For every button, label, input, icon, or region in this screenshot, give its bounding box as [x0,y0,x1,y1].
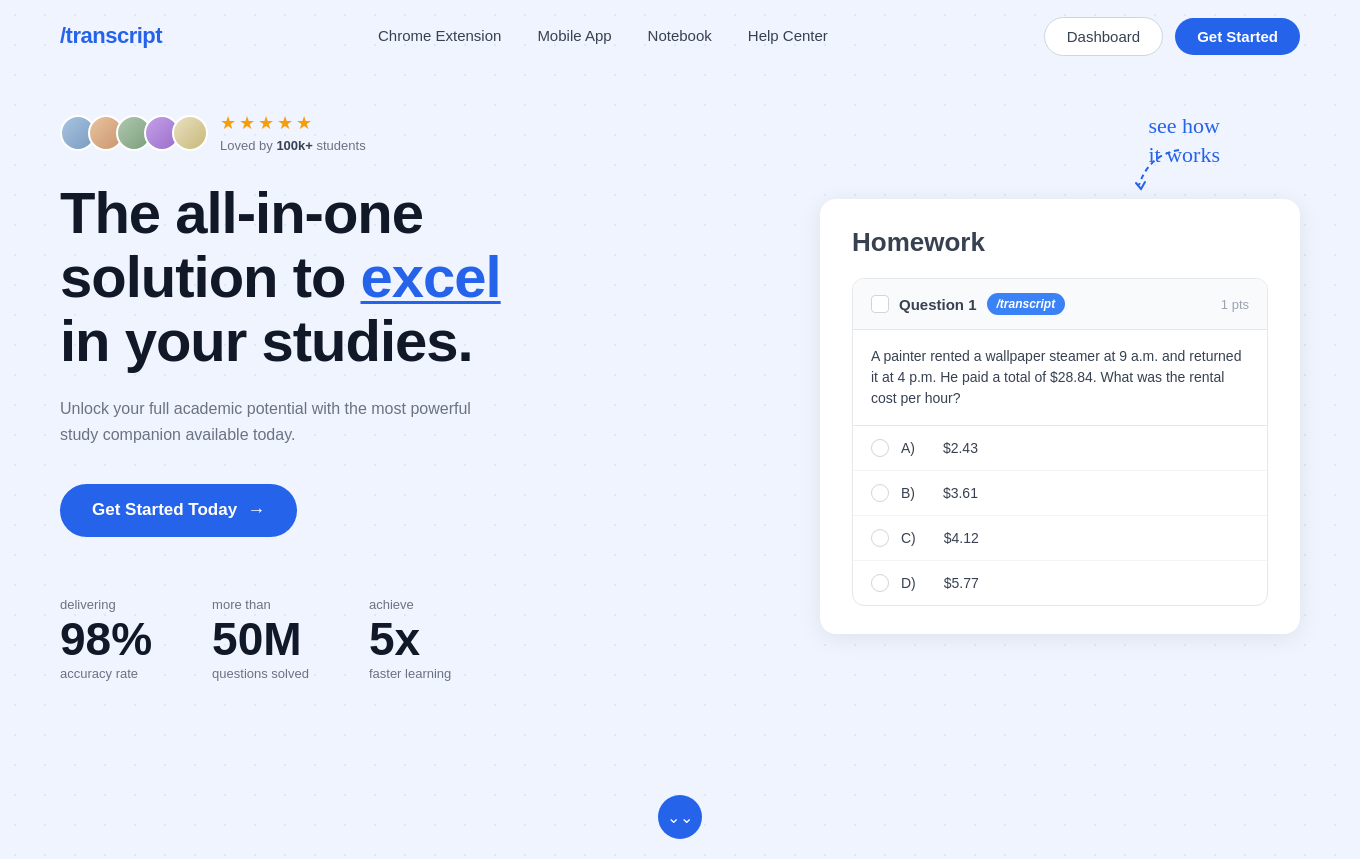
answer-option-c[interactable]: C) $4.12 [853,516,1267,561]
star-rating: ★ ★ ★ ★ ★ [220,112,366,134]
cta-label: Get Started Today [92,500,237,520]
answer-value: $3.61 [943,485,978,501]
stat-label-bottom: questions solved [212,666,309,681]
answer-letter: C) [901,530,916,546]
logo[interactable]: /transcript [60,23,162,49]
star-icon: ★ [220,112,236,134]
radio-button[interactable] [871,529,889,547]
answer-option-a[interactable]: A) $2.43 [853,426,1267,471]
stat-label-bottom: faster learning [369,666,451,681]
answer-value: $5.77 [944,575,979,591]
question-label: Question 1 [899,296,977,313]
headline-accent: excel [361,244,501,309]
radio-button[interactable] [871,439,889,457]
answer-value: $4.12 [944,530,979,546]
stat-label-bottom: accuracy rate [60,666,152,681]
nav-right: Dashboard Get Started [1044,17,1300,56]
nav-help-center[interactable]: Help Center [748,27,828,44]
dashboard-button[interactable]: Dashboard [1044,17,1163,56]
arrow-icon: → [247,500,265,521]
navbar: /transcript Chrome Extension Mobile App … [0,0,1360,72]
question-badge: /transcript [987,293,1066,315]
stars-and-text: ★ ★ ★ ★ ★ Loved by 100k+ students [220,112,366,153]
homework-card: Homework Question 1 /transcript 1 pts A … [820,199,1300,634]
question-pts: 1 pts [1221,297,1249,312]
stats-section: delivering 98% accuracy rate more than 5… [60,597,660,682]
chevron-down-icon: ⌄⌄ [667,808,693,827]
stat-label-top: delivering [60,597,152,612]
hero-right: see howit works Homework Question 1 /tra… [700,112,1300,681]
question-checkbox[interactable] [871,295,889,313]
hero-left: ★ ★ ★ ★ ★ Loved by 100k+ students The al… [60,112,660,681]
see-how-annotation: see howit works [1149,112,1221,169]
answer-letter: B) [901,485,915,501]
stat-value: 5x [369,614,451,665]
star-icon: ★ [296,112,312,134]
star-icon: ★ [239,112,255,134]
stat-accuracy: delivering 98% accuracy rate [60,597,152,682]
answer-letter: D) [901,575,916,591]
radio-button[interactable] [871,574,889,592]
stat-label-top: more than [212,597,309,612]
question-header: Question 1 /transcript 1 pts [853,279,1267,330]
homework-title: Homework [852,227,1268,258]
cta-button[interactable]: Get Started Today → [60,484,297,537]
loved-text: Loved by 100k+ students [220,138,366,153]
question-body: A painter rented a wallpaper steamer at … [853,330,1267,426]
stat-value: 50M [212,614,309,665]
question-header-left: Question 1 /transcript [871,293,1065,315]
stat-value: 98% [60,614,152,665]
avatar [172,115,208,151]
question-card: Question 1 /transcript 1 pts A painter r… [852,278,1268,606]
radio-button[interactable] [871,484,889,502]
nav-links: Chrome Extension Mobile App Notebook Hel… [378,27,828,45]
nav-notebook[interactable]: Notebook [648,27,712,44]
hero-section: ★ ★ ★ ★ ★ Loved by 100k+ students The al… [0,72,1360,741]
answer-option-b[interactable]: B) $3.61 [853,471,1267,516]
nav-mobile-app[interactable]: Mobile App [537,27,611,44]
hero-headline: The all-in-one solution to excel in your… [60,181,660,372]
arrow-curve-icon [1129,145,1189,199]
stat-learning: achieve 5x faster learning [369,597,451,682]
avatars [60,115,208,151]
nav-chrome-extension[interactable]: Chrome Extension [378,27,501,44]
star-icon: ★ [258,112,274,134]
hero-subheadline: Unlock your full academic potential with… [60,396,510,447]
scroll-down-button[interactable]: ⌄⌄ [658,795,702,839]
answer-option-d[interactable]: D) $5.77 [853,561,1267,605]
answer-letter: A) [901,440,915,456]
social-proof: ★ ★ ★ ★ ★ Loved by 100k+ students [60,112,660,153]
stat-questions: more than 50M questions solved [212,597,309,682]
stat-label-top: achieve [369,597,451,612]
star-icon: ★ [277,112,293,134]
get-started-nav-button[interactable]: Get Started [1175,18,1300,55]
answer-value: $2.43 [943,440,978,456]
